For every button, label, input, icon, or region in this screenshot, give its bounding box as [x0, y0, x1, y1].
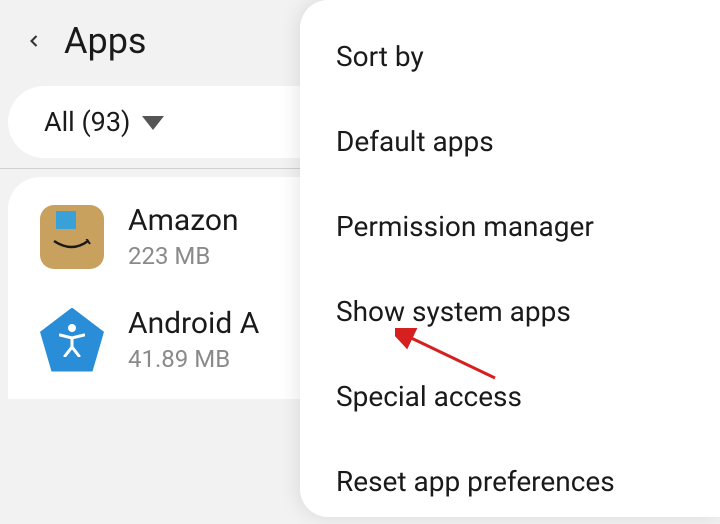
app-name: Amazon [128, 203, 239, 238]
menu-item-sort-by[interactable]: Sort by [300, 14, 720, 99]
page-title: Apps [64, 20, 147, 62]
menu-item-show-system-apps[interactable]: Show system apps [300, 269, 720, 354]
back-icon[interactable] [24, 31, 44, 51]
app-name: Android A [128, 306, 259, 341]
app-size: 223 MB [128, 242, 239, 270]
amazon-app-icon [40, 205, 104, 269]
menu-item-reset-app-preferences[interactable]: Reset app preferences [300, 439, 720, 524]
dropdown-icon [142, 116, 164, 130]
overflow-menu: Sort by Default apps Permission manager … [300, 0, 720, 517]
app-info: Amazon 223 MB [128, 203, 239, 270]
menu-item-special-access[interactable]: Special access [300, 354, 720, 439]
app-size: 41.89 MB [128, 345, 259, 373]
android-accessibility-icon [40, 308, 104, 372]
filter-label: All (93) [44, 106, 130, 138]
app-info: Android A 41.89 MB [128, 306, 259, 373]
menu-item-default-apps[interactable]: Default apps [300, 99, 720, 184]
menu-item-permission-manager[interactable]: Permission manager [300, 184, 720, 269]
